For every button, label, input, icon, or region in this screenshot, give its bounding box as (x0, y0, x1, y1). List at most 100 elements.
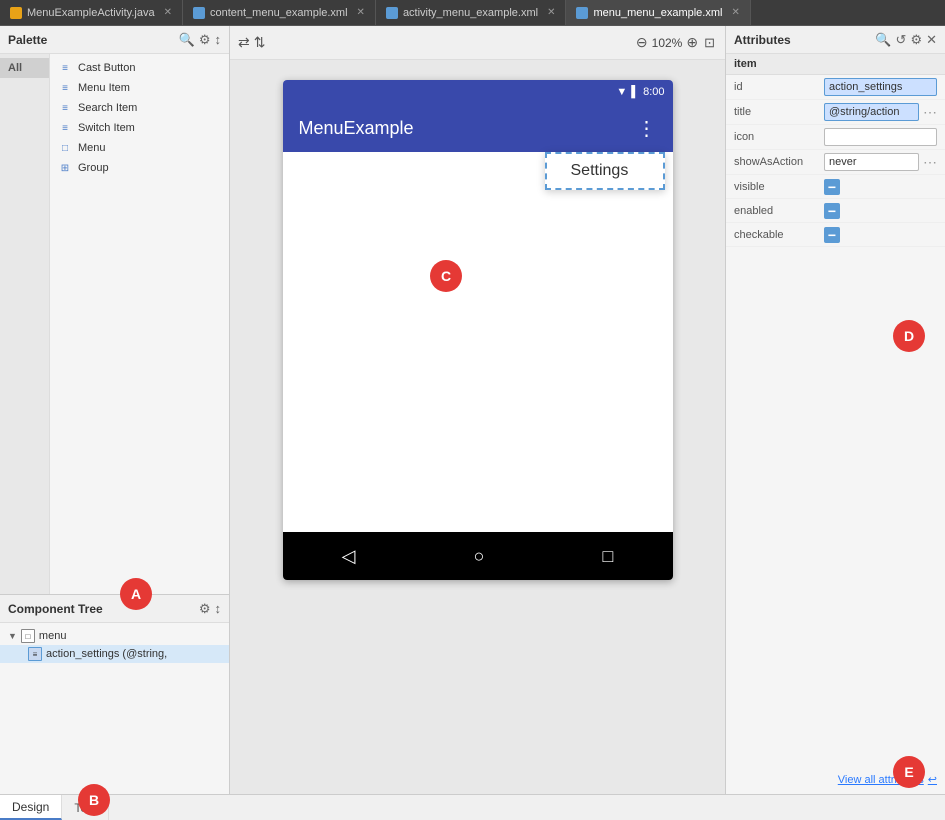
palette-layout-icon[interactable]: ↕ (215, 32, 222, 47)
xml-file-icon-2 (193, 7, 205, 19)
attr-name-enabled: enabled (734, 205, 824, 217)
tab-1[interactable]: MenuExampleActivity.java ✕ (0, 0, 183, 25)
transfer-up-icon[interactable]: ⇅ (254, 34, 266, 51)
menu-icon: □ (58, 141, 72, 155)
attr-checkbox-enabled[interactable]: − (824, 203, 840, 219)
phone-mockup: ▼ ▌ 8:00 MenuExample ⋮ Settings ◁ ○ □ (283, 80, 673, 580)
attr-title-more-icon[interactable]: ⋯ (923, 104, 937, 121)
right-panel: Attributes 🔍 ↺ ⚙ ✕ item id title ⋯ (725, 26, 945, 794)
palette-item-group[interactable]: ⊞ Group (50, 158, 229, 178)
phone-status-bar: ▼ ▌ 8:00 (283, 80, 673, 104)
attr-input-id[interactable] (824, 78, 937, 96)
home-icon[interactable]: ○ (474, 546, 485, 567)
settings-dropdown[interactable]: Settings (545, 152, 665, 190)
tab-3-label: activity_menu_example.xml (403, 7, 538, 19)
palette-category-all[interactable]: All (0, 58, 49, 78)
attrs-more-icon[interactable]: ✕ (926, 32, 937, 48)
menu-item-icon: ≡ (58, 81, 72, 95)
zoom-control: ⊖ 102% ⊕ ⊡ (636, 33, 717, 53)
attr-row-id: id (726, 75, 945, 100)
component-tree-title: Component Tree (8, 602, 195, 616)
menu-label: Menu (78, 142, 106, 154)
checkbox-minus-icon: − (828, 180, 836, 194)
bottom-tab-bar: Design Text (0, 794, 945, 820)
tab-2-label: content_menu_example.xml (210, 7, 348, 19)
component-tree-layout-icon[interactable]: ↕ (215, 601, 222, 616)
app-title: MenuExample (299, 118, 414, 139)
view-all-attrs-arrow-icon: ↩ (928, 773, 937, 786)
zoom-out-icon[interactable]: ⊖ (636, 34, 648, 51)
palette-item-search-item[interactable]: ≡ Search Item (50, 98, 229, 118)
tab-3-close[interactable]: ✕ (547, 7, 555, 18)
group-icon: ⊞ (58, 161, 72, 175)
back-icon[interactable]: ◁ (342, 546, 356, 567)
attr-name-checkable: checkable (734, 229, 824, 241)
palette-items-list: ≡ Cast Button ≡ Menu Item ≡ Search Item … (50, 54, 229, 594)
palette-settings-icon[interactable]: ⚙ (199, 32, 211, 48)
palette-content: All ≡ Cast Button ≡ Menu Item ≡ Search I… (0, 54, 229, 594)
search-item-label: Search Item (78, 102, 137, 114)
xml-file-icon-4 (576, 7, 588, 19)
tree-content: ▼ □ menu ≡ action_settings (@string, (0, 623, 229, 794)
tab-4[interactable]: menu_menu_example.xml ✕ (566, 0, 750, 25)
zoom-in-icon[interactable]: ⊕ (686, 34, 698, 51)
attrs-refresh-icon[interactable]: ↺ (896, 32, 907, 48)
attr-value-checkable: − (824, 227, 937, 243)
attrs-header: Attributes 🔍 ↺ ⚙ ✕ (726, 26, 945, 54)
attr-checkbox-checkable[interactable]: − (824, 227, 840, 243)
tab-3[interactable]: activity_menu_example.xml ✕ (376, 0, 567, 25)
transfer-left-icon[interactable]: ⇄ (238, 34, 250, 51)
tree-item-icon: ≡ (28, 647, 42, 661)
palette-section: Palette 🔍 ⚙ ↕ All ≡ Cast Button ≡ Menu I… (0, 26, 229, 594)
menu-item-label: Menu Item (78, 82, 130, 94)
checkbox-minus-icon-2: − (828, 204, 836, 218)
attr-checkbox-visible[interactable]: − (824, 179, 840, 195)
canvas-area[interactable]: ▼ ▌ 8:00 MenuExample ⋮ Settings ◁ ○ □ (230, 60, 725, 794)
switch-item-icon: ≡ (58, 121, 72, 135)
component-tree-settings-icon[interactable]: ⚙ (199, 601, 211, 617)
tree-arrow-expand: ▼ (8, 631, 17, 641)
attr-row-show-as-action: showAsAction ⋯ (726, 150, 945, 175)
label-c-circle: C (430, 260, 462, 292)
main-layout: Palette 🔍 ⚙ ↕ All ≡ Cast Button ≡ Menu I… (0, 26, 945, 794)
attr-input-show-as-action[interactable] (824, 153, 919, 171)
attr-value-visible: − (824, 179, 937, 195)
tab-2[interactable]: content_menu_example.xml ✕ (183, 0, 376, 25)
attr-input-title[interactable] (824, 103, 919, 121)
tab-1-close[interactable]: ✕ (164, 7, 172, 18)
tab-design[interactable]: Design (0, 795, 62, 820)
attrs-search-icon[interactable]: 🔍 (875, 32, 891, 48)
status-time: 8:00 (643, 86, 664, 98)
switch-item-label: Switch Item (78, 122, 135, 134)
attr-value-enabled: − (824, 203, 937, 219)
attrs-settings-icon[interactable]: ⚙ (910, 32, 922, 48)
design-tab-label: Design (12, 800, 49, 814)
tree-item-action-settings[interactable]: ≡ action_settings (@string, (0, 645, 229, 663)
recents-icon[interactable]: □ (603, 546, 614, 567)
tree-item-menu[interactable]: ▼ □ menu (0, 627, 229, 645)
attr-input-icon[interactable] (824, 128, 937, 146)
attr-show-as-action-more-icon[interactable]: ⋯ (923, 154, 937, 171)
tree-action-settings-label: action_settings (@string, (46, 648, 167, 660)
phone-content: Settings (283, 152, 673, 532)
attr-value-title: ⋯ (824, 103, 937, 121)
palette-item-switch-item[interactable]: ≡ Switch Item (50, 118, 229, 138)
overflow-menu-icon[interactable]: ⋮ (637, 116, 657, 141)
palette-item-menu-item[interactable]: ≡ Menu Item (50, 78, 229, 98)
zoom-fit-icon[interactable]: ⊡ (702, 33, 717, 53)
attr-value-show-as-action: ⋯ (824, 153, 937, 171)
label-e-circle: E (893, 756, 925, 788)
tab-4-close[interactable]: ✕ (731, 7, 739, 18)
palette-title: Palette (8, 33, 175, 47)
attr-row-checkable: checkable − (726, 223, 945, 247)
attr-row-enabled: enabled − (726, 199, 945, 223)
palette-item-menu[interactable]: □ Menu (50, 138, 229, 158)
tab-2-close[interactable]: ✕ (357, 7, 365, 18)
attr-name-title: title (734, 106, 824, 118)
palette-item-cast-button[interactable]: ≡ Cast Button (50, 58, 229, 78)
attr-row-title: title ⋯ (726, 100, 945, 125)
palette-search-icon[interactable]: 🔍 (179, 32, 195, 48)
java-file-icon (10, 7, 22, 19)
checkbox-minus-icon-3: − (828, 228, 836, 242)
label-d-circle: D (893, 320, 925, 352)
